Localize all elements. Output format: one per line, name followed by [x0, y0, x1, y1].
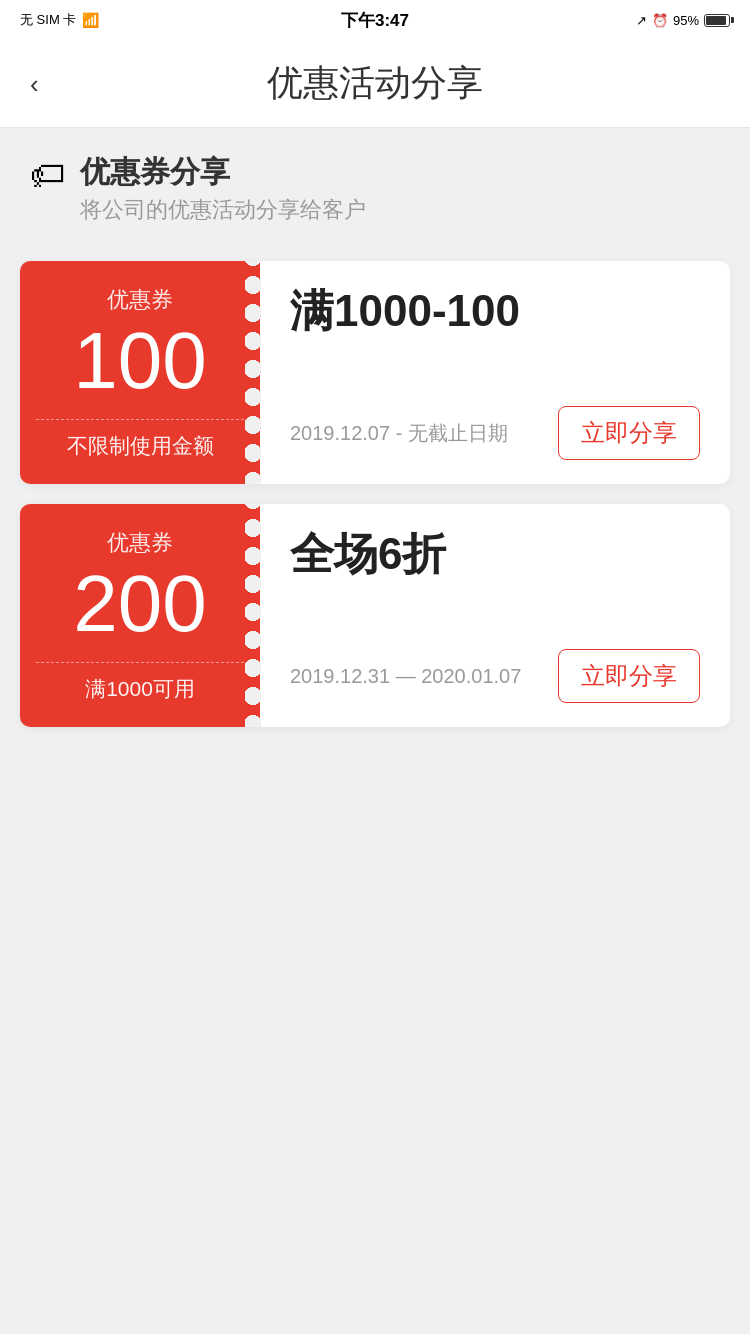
wifi-icon: 📶 — [82, 12, 99, 28]
coupon-type-2: 优惠券 — [107, 528, 173, 558]
status-left: 无 SIM 卡 📶 — [20, 11, 99, 29]
coupon-left-1: 优惠券 100 不限制使用金额 — [20, 261, 260, 484]
back-button[interactable]: ‹ — [20, 58, 49, 109]
status-bar: 无 SIM 卡 📶 下午3:47 ↗ ⏰ 95% — [0, 0, 750, 40]
coupon-bottom-2: 2019.12.31 — 2020.01.07 立即分享 — [290, 649, 700, 703]
battery-fill — [706, 16, 726, 25]
battery-icon — [704, 14, 730, 27]
nav-title: 优惠活动分享 — [267, 59, 483, 108]
coupon-name-2: 全场6折 — [290, 528, 700, 581]
carrier-label: 无 SIM 卡 — [20, 11, 76, 29]
coupon-condition-2: 满1000可用 — [85, 675, 195, 703]
share-button-2[interactable]: 立即分享 — [558, 649, 700, 703]
coupon-type-1: 优惠券 — [107, 285, 173, 315]
location-icon: ↗ — [636, 13, 647, 28]
coupon-card-2: 优惠券 200 满1000可用 全场6折 2019.12.31 — 2020.0… — [20, 504, 730, 727]
empty-area — [0, 767, 750, 1334]
section-header: 🏷 优惠券分享 将公司的优惠活动分享给客户 — [0, 128, 750, 241]
coupon-divider-1 — [36, 419, 244, 420]
coupon-name-1: 满1000-100 — [290, 285, 700, 338]
coupon-card-1: 优惠券 100 不限制使用金额 满1000-100 2019.12.07 - 无… — [20, 261, 730, 484]
status-right: ↗ ⏰ 95% — [636, 13, 730, 28]
section-title: 优惠券分享 — [80, 152, 366, 191]
coupon-bottom-1: 2019.12.07 - 无截止日期 立即分享 — [290, 406, 700, 460]
section-subtitle: 将公司的优惠活动分享给客户 — [80, 195, 366, 225]
coupon-date-1: 2019.12.07 - 无截止日期 — [290, 419, 548, 447]
coupon-value-1: 100 — [73, 321, 206, 401]
battery-percent: 95% — [673, 13, 699, 28]
coupon-date-2: 2019.12.31 — 2020.01.07 — [290, 662, 548, 690]
coupon-share-icon: 🏷 — [30, 154, 66, 196]
coupon-condition-1: 不限制使用金额 — [67, 432, 214, 460]
status-time: 下午3:47 — [341, 9, 409, 32]
share-button-1[interactable]: 立即分享 — [558, 406, 700, 460]
coupon-value-2: 200 — [73, 564, 206, 644]
coupon-divider-2 — [36, 662, 244, 663]
nav-bar: ‹ 优惠活动分享 — [0, 40, 750, 128]
coupon-left-2: 优惠券 200 满1000可用 — [20, 504, 260, 727]
section-text: 优惠券分享 将公司的优惠活动分享给客户 — [80, 152, 366, 225]
alarm-icon: ⏰ — [652, 13, 668, 28]
coupon-list: 优惠券 100 不限制使用金额 满1000-100 2019.12.07 - 无… — [0, 261, 750, 767]
coupon-right-1: 满1000-100 2019.12.07 - 无截止日期 立即分享 — [260, 261, 730, 484]
coupon-right-2: 全场6折 2019.12.31 — 2020.01.07 立即分享 — [260, 504, 730, 727]
